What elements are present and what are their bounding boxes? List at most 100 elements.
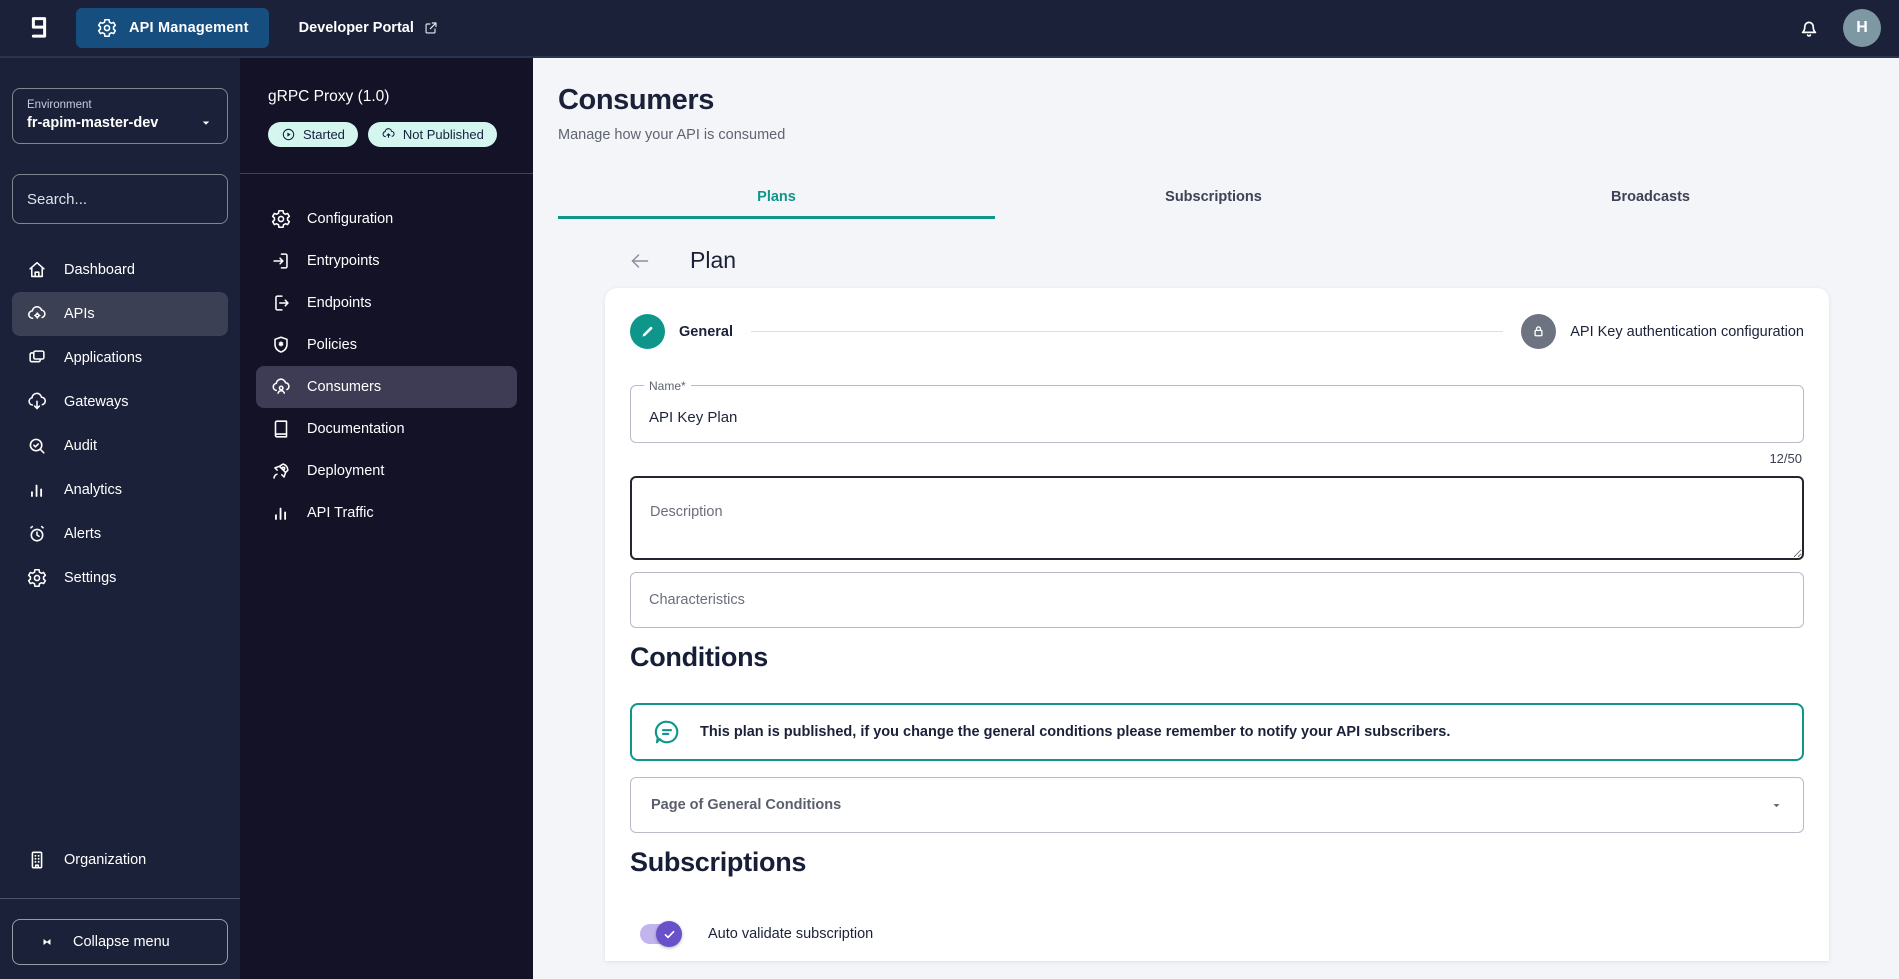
gear-icon [270, 208, 292, 230]
back-arrow-icon[interactable] [628, 249, 652, 273]
auto-validate-toggle[interactable] [640, 921, 682, 947]
sidebar-search [12, 174, 228, 224]
sidebar-item-label: Organization [64, 852, 147, 868]
api-item-endpoints[interactable]: Endpoints [256, 282, 517, 324]
pencil-icon [639, 323, 656, 340]
dropdown-caret-icon [1770, 799, 1783, 812]
book-icon [270, 418, 292, 440]
plan-card: General API Key authentication configura… [605, 288, 1829, 961]
api-item-label: Consumers [307, 379, 382, 395]
description-textarea[interactable] [630, 476, 1804, 560]
select-placeholder: Page of General Conditions [651, 797, 842, 813]
chevron-down-icon [199, 116, 213, 130]
tab-subscriptions[interactable]: Subscriptions [995, 177, 1432, 219]
page-subtitle: Manage how your API is consumed [558, 127, 786, 143]
sidebar-item-alerts[interactable]: Alerts [12, 512, 228, 556]
plan-header: Plan [628, 247, 1869, 274]
developer-portal-label: Developer Portal [298, 20, 414, 36]
api-item-configuration[interactable]: Configuration [256, 198, 517, 240]
user-avatar[interactable]: H [1843, 9, 1881, 47]
api-nav: Configuration Entrypoints Endpoints Poli… [256, 198, 517, 534]
sidebar-item-label: Alerts [64, 526, 102, 542]
sidebar-bottom: Organization Collapse menu [0, 838, 240, 965]
api-management-button[interactable]: API Management [76, 8, 269, 48]
gear-icon [26, 567, 48, 589]
api-badges: Started Not Published [256, 122, 517, 147]
developer-portal-link[interactable]: Developer Portal [299, 20, 439, 36]
api-title: gRPC Proxy (1.0) [268, 88, 390, 105]
plan-stepper: General API Key authentication configura… [630, 314, 1804, 349]
sidebar-item-analytics[interactable]: Analytics [12, 468, 228, 512]
api-item-label: Endpoints [307, 295, 372, 311]
step-general[interactable]: General [630, 314, 733, 349]
top-bar: API Management Developer Portal H [0, 0, 1899, 58]
sidebar-item-label: Audit [64, 438, 98, 454]
name-field: Name* [630, 379, 1804, 443]
collapse-menu-button[interactable]: Collapse menu [12, 919, 228, 965]
bar-chart-icon [270, 502, 292, 524]
banner-text: This plan is published, if you change th… [700, 724, 1451, 740]
api-item-deployment[interactable]: Deployment [256, 450, 517, 492]
notifications-bell-icon[interactable] [1797, 16, 1821, 40]
search-input[interactable] [27, 190, 226, 208]
message-icon [652, 717, 682, 747]
api-item-label: Policies [307, 337, 357, 353]
sign-out-icon [270, 292, 292, 314]
main-sidebar: Environment fr-apim-master-dev Dashboard… [0, 58, 240, 979]
sidebar-item-audit[interactable]: Audit [12, 424, 228, 468]
sidebar-item-label: Dashboard [64, 262, 135, 278]
sidebar-nav: Dashboard APIs Applications Gateways Aud… [12, 248, 228, 600]
tab-plans[interactable]: Plans [558, 177, 995, 219]
api-item-api-traffic[interactable]: API Traffic [256, 492, 517, 534]
sidebar-item-organization[interactable]: Organization [12, 838, 228, 882]
shield-icon [270, 334, 292, 356]
name-input[interactable] [631, 386, 1803, 442]
environment-selector[interactable]: Environment fr-apim-master-dev [12, 88, 228, 144]
step-circle-active [630, 314, 665, 349]
search-check-icon [26, 435, 48, 457]
tab-broadcasts[interactable]: Broadcasts [1432, 177, 1869, 219]
cloud-cog-icon [26, 303, 48, 325]
main-content: Consumers Manage how your API is consume… [533, 58, 1899, 979]
name-char-counter: 12/50 [1769, 451, 1802, 466]
conditions-heading: Conditions [630, 642, 768, 672]
sign-in-icon [270, 250, 292, 272]
collapse-arrows-icon [37, 932, 57, 952]
page-title: Consumers [558, 84, 714, 116]
api-item-policies[interactable]: Policies [256, 324, 517, 366]
sidebar-item-apis[interactable]: APIs [12, 292, 228, 336]
sidebar-item-label: Settings [64, 570, 117, 586]
plan-title: Plan [690, 247, 737, 273]
sidebar-item-applications[interactable]: Applications [12, 336, 228, 380]
sidebar-item-dashboard[interactable]: Dashboard [12, 248, 228, 292]
cloud-publish-icon [381, 127, 396, 142]
general-conditions-select[interactable]: Page of General Conditions [630, 777, 1804, 833]
sidebar-item-label: Analytics [64, 482, 123, 498]
step-label: API Key authentication configuration [1570, 323, 1804, 340]
characteristics-input[interactable] [631, 592, 1803, 608]
step-label: General [679, 323, 733, 340]
gravitee-logo-icon [24, 11, 54, 45]
play-circle-icon [281, 127, 296, 142]
api-item-documentation[interactable]: Documentation [256, 408, 517, 450]
api-item-entrypoints[interactable]: Entrypoints [256, 240, 517, 282]
sidebar-item-label: Gateways [64, 394, 129, 410]
tabs: Plans Subscriptions Broadcasts [558, 177, 1869, 219]
gear-badge-icon [96, 17, 118, 39]
check-icon [662, 927, 677, 942]
cloud-user-icon [270, 376, 292, 398]
api-item-label: Configuration [307, 211, 394, 227]
step-connector [751, 331, 1504, 332]
badge-label: Started [303, 127, 345, 142]
api-item-consumers[interactable]: Consumers [256, 366, 517, 408]
api-item-label: Documentation [307, 421, 405, 437]
divider [0, 898, 240, 899]
step-api-key-auth[interactable]: API Key authentication configuration [1521, 314, 1804, 349]
name-field-label: Name* [644, 379, 691, 393]
sidebar-item-settings[interactable]: Settings [12, 556, 228, 600]
bar-chart-icon [26, 479, 48, 501]
subscriptions-heading: Subscriptions [630, 847, 807, 877]
sidebar-item-gateways[interactable]: Gateways [12, 380, 228, 424]
sidebar-item-label: Applications [64, 350, 143, 366]
status-badge-not-published: Not Published [367, 122, 497, 147]
